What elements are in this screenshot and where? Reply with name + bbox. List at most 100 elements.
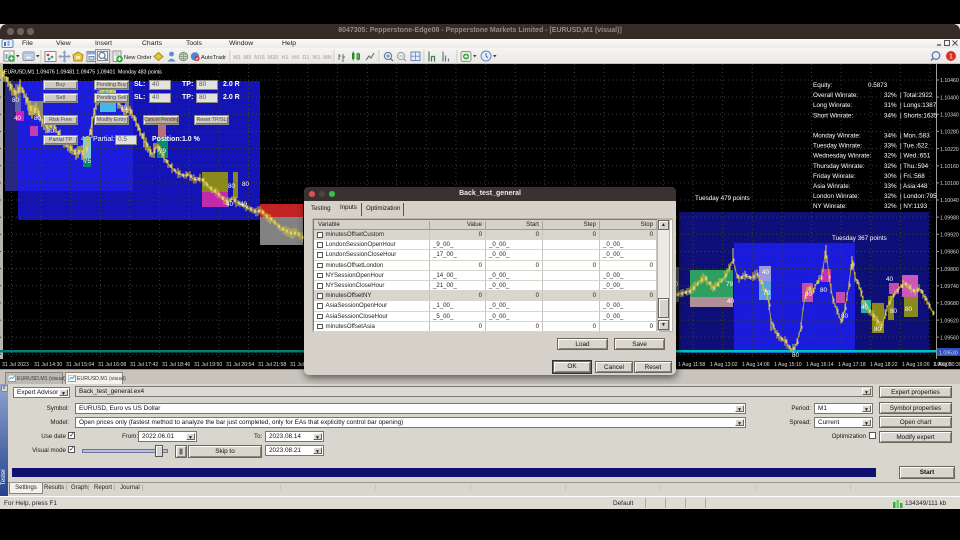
svg-text:1.09530: 1.09530 — [939, 351, 958, 357]
svg-text:1 Aug 14:06: 1 Aug 14:06 — [742, 362, 770, 368]
svg-text:Overall Winrate:: Overall Winrate: — [813, 92, 858, 99]
svg-text:34%: 34% — [884, 112, 897, 119]
svg-text:40: 40 — [14, 115, 22, 122]
svg-text:Wednesday Winrate:: Wednesday Winrate: — [813, 153, 872, 160]
svg-text:40: 40 — [886, 276, 894, 283]
svg-text:1.09800: 1.09800 — [940, 267, 959, 273]
svg-text:40: 40 — [727, 298, 735, 305]
svg-text:Short Winrate:: Short Winrate: — [813, 112, 853, 119]
svg-text:79: 79 — [726, 281, 734, 288]
svg-text:EURUSD,M1 1.09476 1.09481 1.0: EURUSD,M1 1.09476 1.09481 1.09475 1.0940… — [4, 70, 115, 76]
svg-text:40: 40 — [226, 201, 234, 208]
svg-text:| Asia:448: | Asia:448 — [900, 183, 928, 190]
svg-text:80: 80 — [841, 313, 849, 320]
svg-text:Monday 483 points: Monday 483 points — [118, 70, 162, 76]
svg-text:32%: 32% — [884, 163, 897, 170]
svg-text:| Longs:1387: | Longs:1387 — [900, 102, 937, 109]
svg-text:32%: 32% — [884, 92, 897, 99]
svg-text:| Wed.:651: | Wed.:651 — [900, 153, 931, 160]
svg-text:H1: H1 — [282, 55, 289, 61]
svg-text:1 Aug 16:14: 1 Aug 16:14 — [806, 362, 834, 368]
svg-text:80: 80 — [805, 291, 813, 298]
svg-text:31 Jul 19:50: 31 Jul 19:50 — [194, 362, 222, 368]
svg-text:32%: 32% — [884, 203, 897, 210]
svg-text:31 Jul 20:54: 31 Jul 20:54 — [226, 362, 254, 368]
svg-text:1.10220: 1.10220 — [940, 147, 959, 153]
svg-text:31 Jul 15:04: 31 Jul 15:04 — [66, 362, 94, 368]
svg-text:Friday Winrate:: Friday Winrate: — [813, 173, 856, 180]
svg-text:79: 79 — [120, 105, 128, 112]
svg-text:80: 80 — [242, 181, 250, 188]
svg-text:M5: M5 — [244, 55, 252, 61]
svg-text:32%: 32% — [884, 193, 897, 200]
svg-text:| Total:2922: | Total:2922 — [900, 92, 933, 99]
svg-text:Monday Winrate:: Monday Winrate: — [813, 133, 861, 140]
svg-text:M15: M15 — [254, 55, 265, 61]
svg-text:80: 80 — [905, 306, 913, 313]
svg-text:London Winrate:: London Winrate: — [813, 193, 859, 200]
svg-text:80: 80 — [47, 128, 55, 135]
svg-text:1.09740: 1.09740 — [940, 284, 959, 290]
svg-text:1.09680: 1.09680 — [940, 301, 959, 307]
svg-text:| Fri.:568: | Fri.:568 — [900, 173, 925, 180]
svg-text:40: 40 — [861, 304, 869, 311]
svg-text:31 Jul 21:58: 31 Jul 21:58 — [258, 362, 286, 368]
svg-text:33%: 33% — [884, 143, 897, 150]
svg-text:1.10280: 1.10280 — [940, 130, 959, 136]
svg-text:1.10160: 1.10160 — [940, 164, 959, 170]
svg-text:Tuesday 479 points: Tuesday 479 points — [695, 195, 750, 202]
svg-text:AutoTradr: AutoTradr — [201, 55, 226, 61]
svg-text:1 Aug 18:22: 1 Aug 18:22 — [870, 362, 898, 368]
svg-text:MN: MN — [323, 55, 331, 61]
svg-text:32%: 32% — [884, 153, 897, 160]
svg-text:1 Aug 17:18: 1 Aug 17:18 — [838, 362, 866, 368]
svg-text:80: 80 — [890, 308, 898, 315]
svg-text:0.5873: 0.5873 — [868, 82, 888, 89]
svg-text:Thursday Winrate:: Thursday Winrate: — [813, 163, 865, 170]
svg-text:1: 1 — [949, 54, 953, 61]
svg-text:W1: W1 — [312, 55, 320, 61]
svg-text:1 Aug 13:02: 1 Aug 13:02 — [710, 362, 738, 368]
svg-text:80: 80 — [12, 97, 20, 104]
svg-text:1.10100: 1.10100 — [940, 181, 959, 187]
svg-text:| Tue.:622: | Tue.:622 — [900, 143, 928, 150]
svg-text:75: 75 — [84, 158, 92, 165]
svg-text:1 Aug 19:26: 1 Aug 19:26 — [902, 362, 930, 368]
svg-text:1.10400: 1.10400 — [940, 95, 959, 101]
svg-text:Equity:: Equity: — [813, 82, 833, 89]
svg-text:| Mon.:583: | Mon.:583 — [900, 133, 930, 140]
svg-text:40: 40 — [240, 201, 248, 208]
svg-text:1.09920: 1.09920 — [940, 233, 959, 239]
svg-text:1.10340: 1.10340 — [940, 113, 959, 119]
svg-text:D1: D1 — [303, 55, 310, 61]
svg-text:| London:795: | London:795 — [900, 193, 937, 200]
svg-text:79: 79 — [159, 148, 167, 155]
svg-text:1.09505: 1.09505 — [933, 362, 952, 368]
svg-text:M1: M1 — [233, 55, 241, 61]
svg-text:40: 40 — [762, 269, 770, 276]
svg-text:34%: 34% — [884, 133, 897, 140]
svg-text:80: 80 — [820, 287, 828, 294]
svg-text:NY Winrate:: NY Winrate: — [813, 203, 847, 210]
svg-text:Tuesday Winrate:: Tuesday Winrate: — [813, 143, 862, 150]
svg-text:31 Jul 17:42: 31 Jul 17:42 — [130, 362, 158, 368]
svg-text:1.09620: 1.09620 — [940, 318, 959, 324]
svg-text:33%: 33% — [884, 183, 897, 190]
svg-text:79: 79 — [763, 290, 771, 297]
svg-text:| Shorts:1635: | Shorts:1635 — [900, 112, 938, 119]
svg-text:1.09980: 1.09980 — [940, 215, 959, 221]
svg-text:Asia Winrate:: Asia Winrate: — [813, 183, 851, 190]
svg-text:1.09560: 1.09560 — [940, 335, 959, 341]
svg-text:80: 80 — [792, 352, 800, 359]
svg-text:1 Aug 15:10: 1 Aug 15:10 — [774, 362, 802, 368]
svg-text:31%: 31% — [884, 102, 897, 109]
svg-text:80: 80 — [874, 326, 882, 333]
svg-text:Tuesday 367 points: Tuesday 367 points — [832, 235, 887, 242]
svg-text:30%: 30% — [884, 173, 897, 180]
svg-text:Long Winrate:: Long Winrate: — [813, 102, 852, 109]
svg-text:1.10040: 1.10040 — [940, 198, 959, 204]
svg-text:80: 80 — [228, 183, 236, 190]
svg-text:80: 80 — [34, 115, 42, 122]
svg-text:New Order: New Order — [124, 55, 152, 61]
svg-text:1 Aug 11:58: 1 Aug 11:58 — [678, 362, 705, 368]
